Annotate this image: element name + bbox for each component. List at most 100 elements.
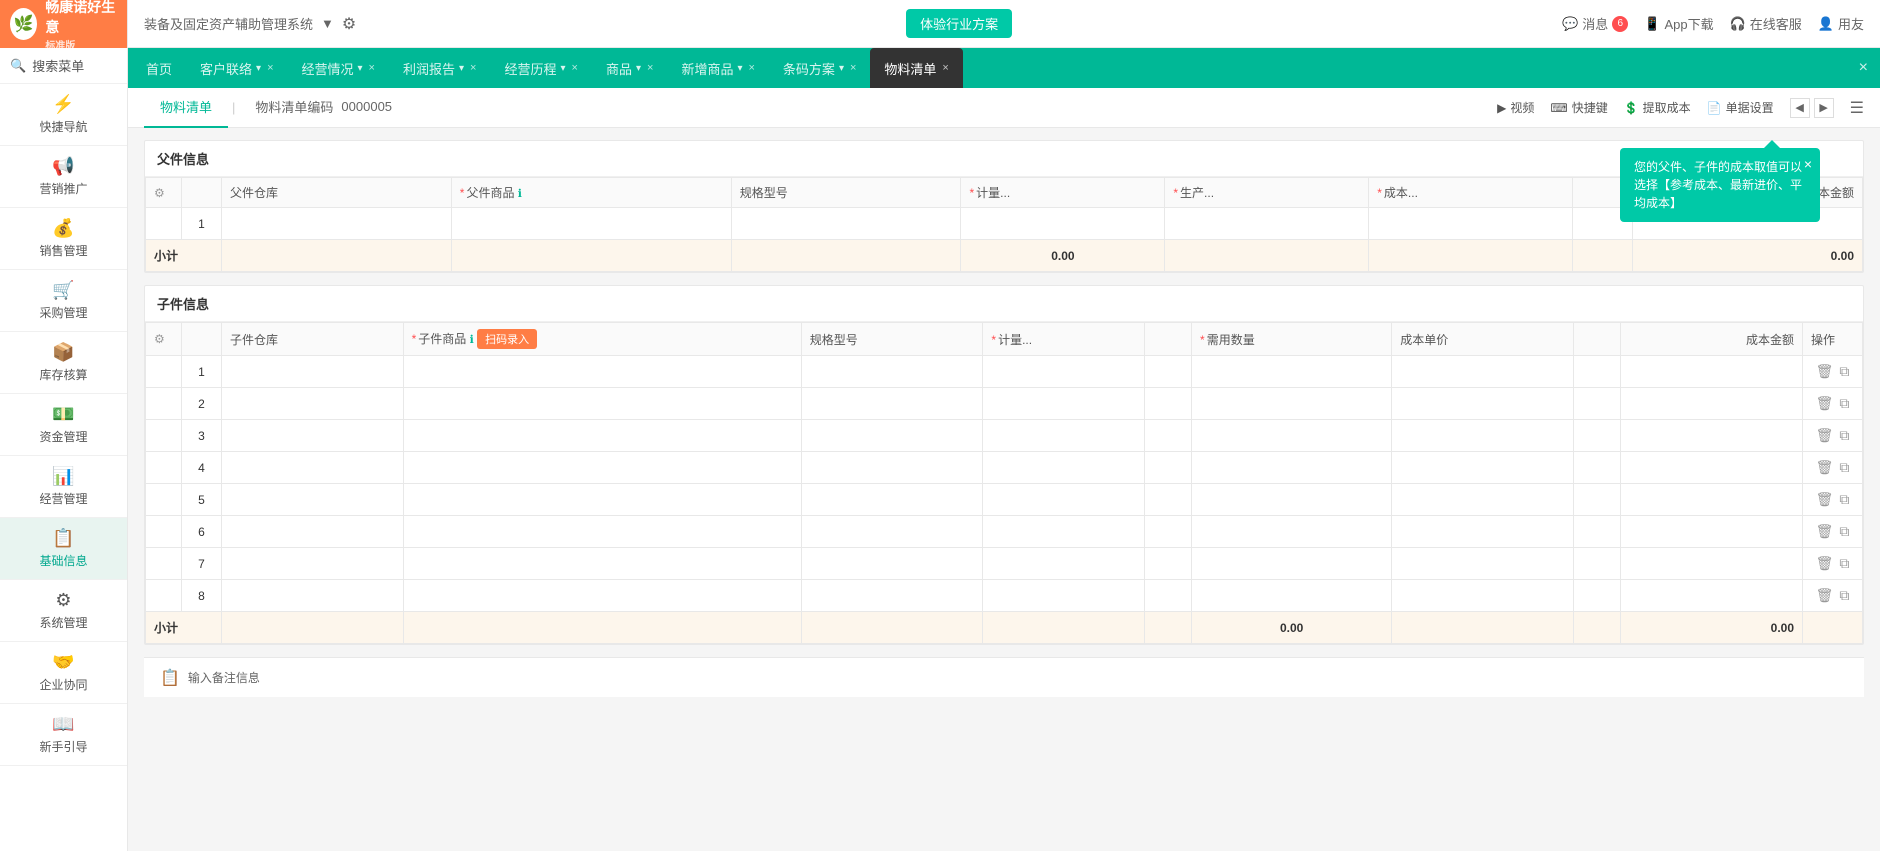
tab-profit[interactable]: 利润报告 ▾ × [389, 48, 490, 88]
child-row7-unit-cost[interactable] [1392, 548, 1574, 580]
child-row4-delete-icon[interactable]: 🗑 [1816, 459, 1834, 476]
child-row1-delete-icon[interactable]: 🗑 [1816, 363, 1834, 380]
child-row1-spec[interactable] [801, 356, 983, 388]
child-row7-unit[interactable] [983, 548, 1144, 580]
tab-customer[interactable]: 客户联络 ▾ × [186, 48, 287, 88]
tab-barcode[interactable]: 条码方案 ▾ × [769, 48, 870, 88]
sidebar-item-marketing[interactable]: 📢 营销推广 [0, 146, 127, 208]
child-row5-unit[interactable] [983, 484, 1144, 516]
app-download-item[interactable]: 📱 App下载 [1644, 14, 1713, 33]
tooltip-close-btn[interactable]: × [1804, 154, 1812, 175]
child-row6-goods[interactable] [403, 516, 801, 548]
child-row8-qty[interactable] [1192, 580, 1392, 612]
child-row6-delete-icon[interactable]: 🗑 [1816, 523, 1834, 540]
tab-new-goods-close[interactable]: × [748, 62, 754, 74]
sidebar-item-purchase[interactable]: 🛒 采购管理 [0, 270, 127, 332]
child-row3-spec[interactable] [801, 420, 983, 452]
close-all-btn[interactable]: × [1851, 59, 1876, 77]
tab-history[interactable]: 经营历程 ▾ × [490, 48, 591, 88]
child-row7-spec[interactable] [801, 548, 983, 580]
user-item[interactable]: 👤 用友 [1818, 14, 1864, 33]
child-row7-qty[interactable] [1192, 548, 1392, 580]
parent-goods-info-icon[interactable]: ℹ [518, 188, 522, 200]
child-row1-warehouse[interactable] [222, 356, 404, 388]
child-row3-unit[interactable] [983, 420, 1144, 452]
sidebar-item-operation[interactable]: 📊 经营管理 [0, 456, 127, 518]
parent-row1-cost[interactable] [1369, 208, 1573, 240]
tab-customer-close[interactable]: × [267, 62, 273, 74]
child-row2-unit-cost[interactable] [1392, 388, 1574, 420]
tab-barcode-close[interactable]: × [850, 62, 856, 74]
child-row3-delete-icon[interactable]: 🗑 [1816, 427, 1834, 444]
child-row2-delete-icon[interactable]: 🗑 [1816, 395, 1834, 412]
cost-btn[interactable]: 💲 提取成本 [1624, 99, 1691, 116]
tab-bom[interactable]: 物料清单 × [870, 48, 962, 88]
child-row3-qty[interactable] [1192, 420, 1392, 452]
parent-row1-goods[interactable] [451, 208, 731, 240]
settings-icon[interactable]: ⚙ [342, 14, 356, 34]
child-row4-goods[interactable] [403, 452, 801, 484]
child-row1-goods[interactable] [403, 356, 801, 388]
child-row5-spec[interactable] [801, 484, 983, 516]
child-row4-warehouse[interactable] [222, 452, 404, 484]
child-row7-delete-icon[interactable]: 🗑 [1816, 555, 1834, 572]
tab-history-close[interactable]: × [572, 62, 578, 74]
sidebar-item-inventory[interactable]: 📦 库存核算 [0, 332, 127, 394]
tab-new-goods[interactable]: 新增商品 ▾ × [667, 48, 768, 88]
child-row5-qty[interactable] [1192, 484, 1392, 516]
child-row6-warehouse[interactable] [222, 516, 404, 548]
tab-goods[interactable]: 商品 ▾ × [592, 48, 667, 88]
sidebar-item-basic[interactable]: 📋 基础信息 [0, 518, 127, 580]
child-row3-unit-cost[interactable] [1392, 420, 1574, 452]
child-row8-unit-cost[interactable] [1392, 580, 1574, 612]
menu-icon[interactable]: ☰ [1850, 98, 1864, 118]
child-row6-spec[interactable] [801, 516, 983, 548]
parent-row1-warehouse[interactable] [222, 208, 452, 240]
child-row3-copy-icon[interactable]: ⧉ [1839, 427, 1849, 444]
tab-goods-close[interactable]: × [647, 62, 653, 74]
dropdown-arrow[interactable]: ▼ [321, 16, 334, 31]
child-row8-copy-icon[interactable]: ⧉ [1839, 587, 1849, 604]
tab-bom-close[interactable]: × [942, 62, 948, 74]
scan-input-btn[interactable]: 扫码录入 [477, 329, 537, 349]
page-next-btn[interactable]: ▶ [1814, 98, 1834, 118]
tab-operation[interactable]: 经营情况 ▾ × [288, 48, 389, 88]
shortcut-btn[interactable]: ⌨ 快捷键 [1550, 99, 1607, 116]
child-row8-delete-icon[interactable]: 🗑 [1816, 587, 1834, 604]
child-row2-qty[interactable] [1192, 388, 1392, 420]
online-service-item[interactable]: 🎧 在线客服 [1730, 14, 1802, 33]
child-row6-unit[interactable] [983, 516, 1144, 548]
message-item[interactable]: 💬 消息 6 [1562, 14, 1628, 33]
child-row5-unit-cost[interactable] [1392, 484, 1574, 516]
tab-profit-close[interactable]: × [470, 62, 476, 74]
child-row4-qty[interactable] [1192, 452, 1392, 484]
sidebar-item-finance[interactable]: 💵 资金管理 [0, 394, 127, 456]
child-row6-unit-cost[interactable] [1392, 516, 1574, 548]
tab-operation-close[interactable]: × [369, 62, 375, 74]
gear-icon-parent[interactable]: ⚙ [154, 186, 165, 200]
sub-tab-code[interactable]: 物料清单编码 0000005 [239, 88, 408, 128]
sidebar-item-system[interactable]: ⚙ 系统管理 [0, 580, 127, 642]
gear-icon-child[interactable]: ⚙ [154, 332, 165, 346]
child-row4-spec[interactable] [801, 452, 983, 484]
search-menu[interactable]: 🔍 搜索菜单 [0, 48, 127, 84]
child-row7-goods[interactable] [403, 548, 801, 580]
settings-btn[interactable]: 📄 单据设置 [1707, 99, 1774, 116]
child-row2-copy-icon[interactable]: ⧉ [1839, 395, 1849, 412]
sub-tab-bom[interactable]: 物料清单 [144, 88, 228, 128]
sidebar-item-enterprise[interactable]: 🤝 企业协同 [0, 642, 127, 704]
child-goods-info-icon[interactable]: ℹ [470, 334, 474, 346]
child-row5-delete-icon[interactable]: 🗑 [1816, 491, 1834, 508]
child-row1-unit-cost[interactable] [1392, 356, 1574, 388]
child-row8-warehouse[interactable] [222, 580, 404, 612]
child-row8-unit[interactable] [983, 580, 1144, 612]
child-row3-goods[interactable] [403, 420, 801, 452]
trial-button[interactable]: 体验行业方案 [906, 9, 1012, 38]
sidebar-item-sales[interactable]: 💰 销售管理 [0, 208, 127, 270]
parent-row1-unit[interactable] [961, 208, 1165, 240]
child-row2-goods[interactable] [403, 388, 801, 420]
child-row7-copy-icon[interactable]: ⧉ [1839, 555, 1849, 572]
child-row2-warehouse[interactable] [222, 388, 404, 420]
child-row5-goods[interactable] [403, 484, 801, 516]
child-row2-unit[interactable] [983, 388, 1144, 420]
